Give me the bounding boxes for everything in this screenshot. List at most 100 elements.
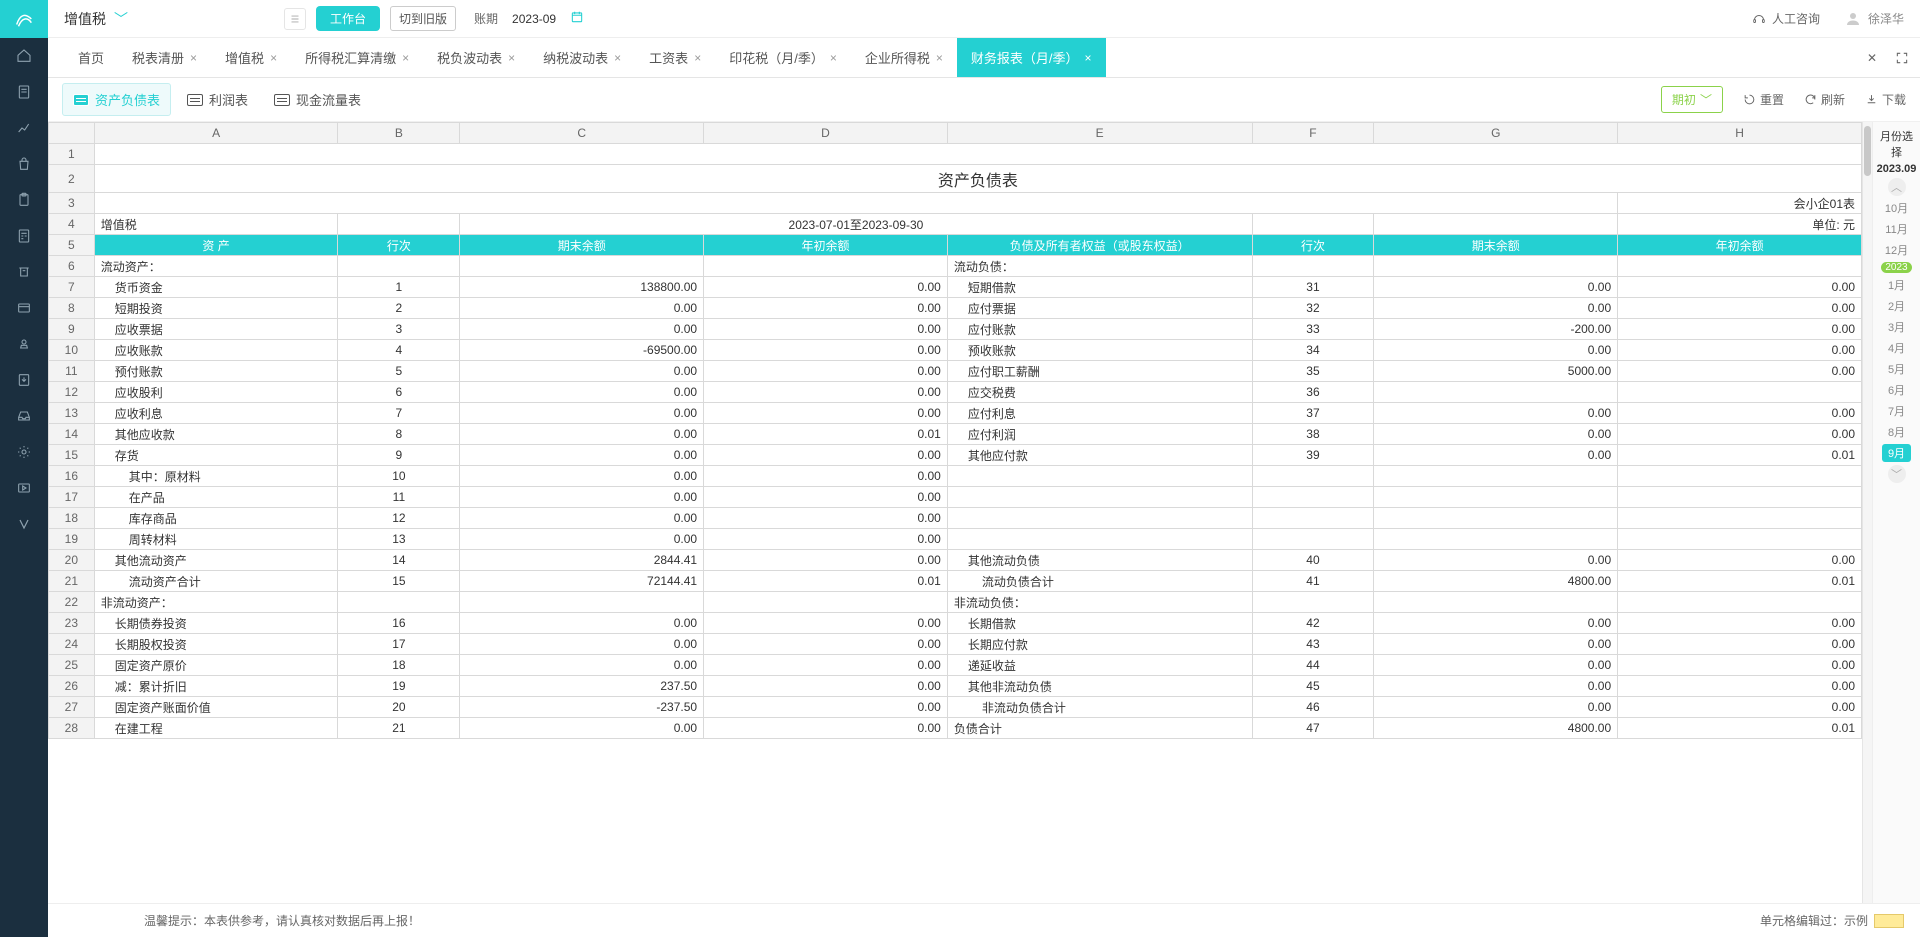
cell[interactable]: 0.00 <box>1374 424 1618 445</box>
month-item[interactable]: 8月 <box>1886 423 1907 441</box>
cell[interactable]: 0.00 <box>1618 655 1862 676</box>
cell[interactable]: 库存商品 <box>94 508 338 529</box>
cell[interactable] <box>1252 529 1374 550</box>
tab-1[interactable]: 税表清册× <box>118 38 211 77</box>
close-icon[interactable]: × <box>614 51 621 65</box>
nav-v-icon[interactable] <box>0 506 48 542</box>
cell[interactable]: 流动资产合计 <box>94 571 338 592</box>
cell[interactable]: 0.00 <box>1618 277 1862 298</box>
cell[interactable]: 增值税 <box>94 214 338 235</box>
cell[interactable]: 10 <box>338 466 460 487</box>
cell[interactable]: 4 <box>338 340 460 361</box>
cell[interactable]: 0.00 <box>704 277 948 298</box>
cell[interactable] <box>1252 487 1374 508</box>
cell[interactable] <box>1374 214 1618 235</box>
cell[interactable]: 其他应收款 <box>94 424 338 445</box>
nav-tax-icon[interactable] <box>0 254 48 290</box>
cell[interactable]: 0.00 <box>460 424 704 445</box>
month-item[interactable]: 7月 <box>1886 402 1907 420</box>
cell[interactable]: 0.00 <box>704 487 948 508</box>
cell[interactable] <box>460 256 704 277</box>
cell[interactable]: 4800.00 <box>1374 571 1618 592</box>
cell[interactable] <box>1374 529 1618 550</box>
cell[interactable]: 0.00 <box>1618 634 1862 655</box>
cell[interactable] <box>460 592 704 613</box>
cell[interactable]: 非流动负债： <box>947 592 1252 613</box>
month-down-icon[interactable]: ﹀ <box>1888 465 1906 483</box>
nav-stamp-icon[interactable] <box>0 326 48 362</box>
cell[interactable]: 0.00 <box>1618 298 1862 319</box>
cell[interactable]: 0.00 <box>1374 340 1618 361</box>
cell[interactable]: 8 <box>338 424 460 445</box>
cell[interactable]: 0.00 <box>704 529 948 550</box>
spreadsheet[interactable]: ABCDEFGH12资产负债表3会小企01表4增值税2023-07-01至202… <box>48 122 1862 903</box>
cell[interactable]: -237.50 <box>460 697 704 718</box>
tab-9[interactable]: 财务报表（月/季）× <box>957 38 1106 77</box>
download-button[interactable]: 下载 <box>1865 91 1906 108</box>
subtab-0[interactable]: 资产负债表 <box>62 83 171 116</box>
cell[interactable] <box>1374 487 1618 508</box>
consult-link[interactable]: 人工咨询 <box>1752 10 1820 27</box>
tab-5[interactable]: 纳税波动表× <box>529 38 635 77</box>
cell[interactable]: 0.00 <box>460 445 704 466</box>
cell[interactable]: 46 <box>1252 697 1374 718</box>
tab-8[interactable]: 企业所得税× <box>851 38 957 77</box>
subtab-1[interactable]: 利润表 <box>177 84 258 115</box>
cell[interactable]: 0.00 <box>1618 340 1862 361</box>
cell[interactable]: 9 <box>338 445 460 466</box>
cell[interactable]: 0.00 <box>704 655 948 676</box>
month-item[interactable]: 6月 <box>1886 381 1907 399</box>
cell[interactable]: 16 <box>338 613 460 634</box>
cell[interactable]: 流动负债合计 <box>947 571 1252 592</box>
cell[interactable]: 预付账款 <box>94 361 338 382</box>
cell[interactable]: 应付利润 <box>947 424 1252 445</box>
cell[interactable]: 0.00 <box>460 613 704 634</box>
cell[interactable]: 0.01 <box>1618 445 1862 466</box>
cell[interactable]: 37 <box>1252 403 1374 424</box>
cell[interactable]: 0.00 <box>1374 697 1618 718</box>
cell[interactable]: 12 <box>338 508 460 529</box>
cell[interactable]: 47 <box>1252 718 1374 739</box>
cell[interactable]: 应付票据 <box>947 298 1252 319</box>
cell[interactable]: 其他流动负债 <box>947 550 1252 571</box>
cell[interactable]: 14 <box>338 550 460 571</box>
cell[interactable]: 0.00 <box>1618 613 1862 634</box>
cell[interactable]: 货币资金 <box>94 277 338 298</box>
nav-video-icon[interactable] <box>0 470 48 506</box>
tab-4[interactable]: 税负波动表× <box>423 38 529 77</box>
cell[interactable]: 0.00 <box>1374 298 1618 319</box>
month-item[interactable]: 4月 <box>1886 339 1907 357</box>
cell[interactable]: 0.00 <box>1618 319 1862 340</box>
fullscreen-icon[interactable] <box>1892 48 1912 68</box>
cell[interactable]: 0.00 <box>704 508 948 529</box>
cell[interactable]: 35 <box>1252 361 1374 382</box>
cell[interactable]: 行次 <box>338 235 460 256</box>
cell[interactable]: 6 <box>338 382 460 403</box>
cell[interactable] <box>94 193 1617 214</box>
cell[interactable]: -200.00 <box>1374 319 1618 340</box>
cell[interactable]: 0.00 <box>704 340 948 361</box>
cell[interactable]: 应付利息 <box>947 403 1252 424</box>
cell[interactable]: 0.01 <box>704 424 948 445</box>
cell[interactable]: 0.00 <box>704 676 948 697</box>
qichu-button[interactable]: 期初 ﹀ <box>1661 86 1723 113</box>
cell[interactable]: 44 <box>1252 655 1374 676</box>
cell[interactable]: 0.00 <box>460 634 704 655</box>
month-item[interactable]: 12月 <box>1883 241 1910 259</box>
cell[interactable]: 期末余额 <box>1374 235 1618 256</box>
cell[interactable]: 0.00 <box>1618 361 1862 382</box>
cell[interactable]: 流动资产： <box>94 256 338 277</box>
cell[interactable]: 0.00 <box>460 508 704 529</box>
nav-calc-icon[interactable] <box>0 218 48 254</box>
cell[interactable]: 0.00 <box>1374 634 1618 655</box>
cell[interactable] <box>1618 466 1862 487</box>
cell[interactable]: -69500.00 <box>460 340 704 361</box>
cell[interactable]: 负债合计 <box>947 718 1252 739</box>
cell[interactable]: 0.00 <box>1374 676 1618 697</box>
cell[interactable] <box>1618 487 1862 508</box>
cell[interactable]: 在建工程 <box>94 718 338 739</box>
cell[interactable] <box>1618 529 1862 550</box>
close-icon[interactable]: × <box>402 51 409 65</box>
close-icon[interactable]: × <box>508 51 515 65</box>
cell[interactable]: 0.00 <box>460 655 704 676</box>
